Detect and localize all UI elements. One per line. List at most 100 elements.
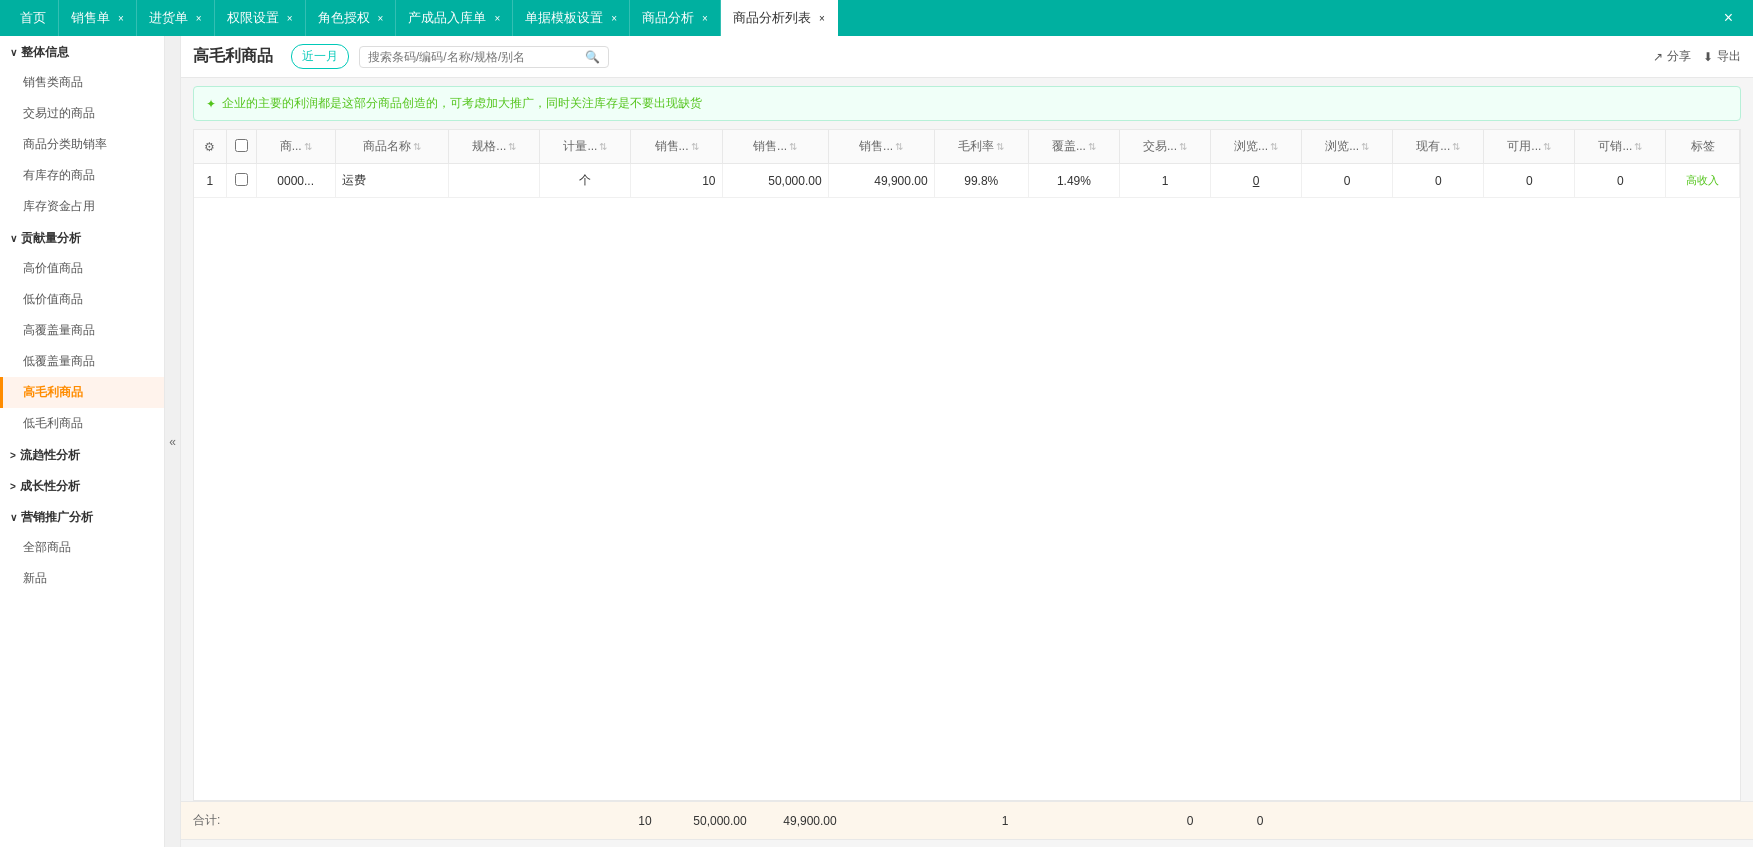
sort-icon[interactable]: ⇅ xyxy=(413,141,421,152)
sidebar-section-贡献量分析[interactable]: ∨贡献量分析 xyxy=(0,222,164,253)
sort-icon[interactable]: ⇅ xyxy=(304,141,312,152)
sort-icon[interactable]: ⇅ xyxy=(1179,141,1187,152)
col-header-coverage[interactable]: 覆盖...⇅ xyxy=(1028,130,1119,164)
cell-gross_margin: 99.8% xyxy=(934,164,1028,198)
sidebar-item-低价值商品[interactable]: 低价值商品 xyxy=(0,284,164,315)
sidebar-item-高价值商品[interactable]: 高价值商品 xyxy=(0,253,164,284)
col-label: 规格... xyxy=(472,138,506,155)
footer-cell xyxy=(315,814,385,828)
nav-close-icon[interactable]: × xyxy=(611,13,617,24)
sidebar-item-销售类商品[interactable]: 销售类商品 xyxy=(0,67,164,98)
share-button[interactable]: ↗ 分享 xyxy=(1653,48,1691,65)
export-button[interactable]: ⬇ 导出 xyxy=(1703,48,1741,65)
col-header-sellable_stock[interactable]: 可销...⇅ xyxy=(1575,130,1666,164)
nav-item-单据模板设置[interactable]: 单据模板设置× xyxy=(513,0,630,36)
col-header-spec[interactable]: 规格...⇅ xyxy=(449,130,540,164)
cell-spec xyxy=(449,164,540,198)
col-header-gross_margin[interactable]: 毛利率⇅ xyxy=(934,130,1028,164)
sort-icon[interactable]: ⇅ xyxy=(599,141,607,152)
sort-icon[interactable]: ⇅ xyxy=(1270,141,1278,152)
col-header-views2[interactable]: 浏览...⇅ xyxy=(1302,130,1393,164)
nav-item-产成品入库单[interactable]: 产成品入库单× xyxy=(396,0,513,36)
row-checkbox[interactable] xyxy=(235,173,248,186)
sidebar-item-新品[interactable]: 新品 xyxy=(0,563,164,594)
search-icon[interactable]: 🔍 xyxy=(585,50,600,64)
nav-close-icon[interactable]: × xyxy=(702,13,708,24)
col-label: 覆盖... xyxy=(1052,138,1086,155)
nav-item-商品分析列表[interactable]: 商品分析列表× xyxy=(721,0,838,36)
search-input[interactable] xyxy=(368,50,579,64)
sidebar-section-label: 贡献量分析 xyxy=(21,230,81,247)
nav-close-icon[interactable]: × xyxy=(118,13,124,24)
sort-icon[interactable]: ⇅ xyxy=(1543,141,1551,152)
col-header-current_stock[interactable]: 现有...⇅ xyxy=(1393,130,1484,164)
footer-cell xyxy=(1365,814,1425,828)
sort-icon[interactable]: ⇅ xyxy=(895,141,903,152)
nav-close-icon[interactable]: × xyxy=(287,13,293,24)
sidebar-item-全部商品[interactable]: 全部商品 xyxy=(0,532,164,563)
footer-cell xyxy=(915,814,975,828)
sidebar-item-商品分类助销率[interactable]: 商品分类助销率 xyxy=(0,129,164,160)
sidebar-item-低覆盖量商品[interactable]: 低覆盖量商品 xyxy=(0,346,164,377)
data-table-container: ⚙商...⇅商品名称⇅规格...⇅计量...⇅销售...⇅销售...⇅销售...… xyxy=(193,129,1741,801)
sidebar-item-高毛利商品[interactable]: 高毛利商品 xyxy=(0,377,164,408)
nav-item-首页[interactable]: 首页 xyxy=(8,0,59,36)
col-header-sales_qty[interactable]: 销售...⇅ xyxy=(631,130,722,164)
sidebar-section-成长性分析[interactable]: >成长性分析 xyxy=(0,470,164,501)
cell-sellable_stock: 0 xyxy=(1575,164,1666,198)
sort-icon[interactable]: ⇅ xyxy=(1361,141,1369,152)
total-label: 合计: xyxy=(193,812,253,829)
sort-icon[interactable]: ⇅ xyxy=(789,141,797,152)
sidebar-item-交易过的商品[interactable]: 交易过的商品 xyxy=(0,98,164,129)
search-box: 🔍 xyxy=(359,46,609,68)
cell-checkbox[interactable] xyxy=(226,164,256,198)
select-all-checkbox[interactable] xyxy=(235,139,248,152)
sidebar-item-低毛利商品[interactable]: 低毛利商品 xyxy=(0,408,164,439)
col-header-name[interactable]: 商品名称⇅ xyxy=(335,130,448,164)
nav-item-销售单[interactable]: 销售单× xyxy=(59,0,137,36)
sort-icon[interactable]: ⇅ xyxy=(1634,141,1642,152)
col-header-transaction[interactable]: 交易...⇅ xyxy=(1119,130,1210,164)
chevron-down-icon: ∨ xyxy=(10,512,17,523)
col-header-views1[interactable]: 浏览...⇅ xyxy=(1211,130,1302,164)
sidebar-item-有库存的商品[interactable]: 有库存的商品 xyxy=(0,160,164,191)
col-header-unit[interactable]: 计量...⇅ xyxy=(540,130,631,164)
col-header-code[interactable]: 商...⇅ xyxy=(256,130,335,164)
nav-close-icon[interactable]: × xyxy=(378,13,384,24)
col-label: 浏览... xyxy=(1234,138,1268,155)
cell-sales_profit: 49,900.00 xyxy=(828,164,934,198)
col-header-sales_amount[interactable]: 销售...⇅ xyxy=(722,130,828,164)
nav-item-商品分析[interactable]: 商品分析× xyxy=(630,0,721,36)
col-header-available_stock[interactable]: 可用...⇅ xyxy=(1484,130,1575,164)
chevron-down-icon: ∨ xyxy=(10,47,17,58)
col-label: 可用... xyxy=(1507,138,1541,155)
col-header-sales_profit[interactable]: 销售...⇅ xyxy=(828,130,934,164)
sort-icon[interactable]: ⇅ xyxy=(996,141,1004,152)
sidebar-collapse-button[interactable]: « xyxy=(165,36,181,847)
col-label: 现有... xyxy=(1416,138,1450,155)
nav-item-权限设置[interactable]: 权限设置× xyxy=(215,0,306,36)
nav-close-icon[interactable]: × xyxy=(819,13,825,24)
sidebar-item-高覆盖量商品[interactable]: 高覆盖量商品 xyxy=(0,315,164,346)
sidebar-section-流趋性分析[interactable]: >流趋性分析 xyxy=(0,439,164,470)
nav-close-icon[interactable]: × xyxy=(494,13,500,24)
cell-views1[interactable]: 0 xyxy=(1211,164,1302,198)
sort-icon[interactable]: ⇅ xyxy=(508,141,516,152)
col-label: 销售... xyxy=(859,138,893,155)
sidebar-section-label: 营销推广分析 xyxy=(21,509,93,526)
sort-icon[interactable]: ⇅ xyxy=(691,141,699,152)
sidebar-section-营销推广分析[interactable]: ∨ 营销推广分析 xyxy=(0,501,164,532)
nav-close-icon[interactable]: × xyxy=(196,13,202,24)
nav-item-进货单[interactable]: 进货单× xyxy=(137,0,215,36)
sort-icon[interactable]: ⇅ xyxy=(1088,141,1096,152)
nav-item-角色授权[interactable]: 角色授权× xyxy=(306,0,397,36)
sidebar-section-整体信息[interactable]: ∨整体信息 xyxy=(0,36,164,67)
close-all-button[interactable]: × xyxy=(1712,9,1745,27)
sort-icon[interactable]: ⇅ xyxy=(1452,141,1460,152)
views-link[interactable]: 0 xyxy=(1253,174,1260,188)
filter-period-button[interactable]: 近一月 xyxy=(291,44,349,69)
bottom-scrollbar[interactable] xyxy=(181,839,1753,847)
export-icon: ⬇ xyxy=(1703,50,1713,64)
sidebar-item-库存资金占用[interactable]: 库存资金占用 xyxy=(0,191,164,222)
settings-icon[interactable]: ⚙ xyxy=(204,140,215,154)
